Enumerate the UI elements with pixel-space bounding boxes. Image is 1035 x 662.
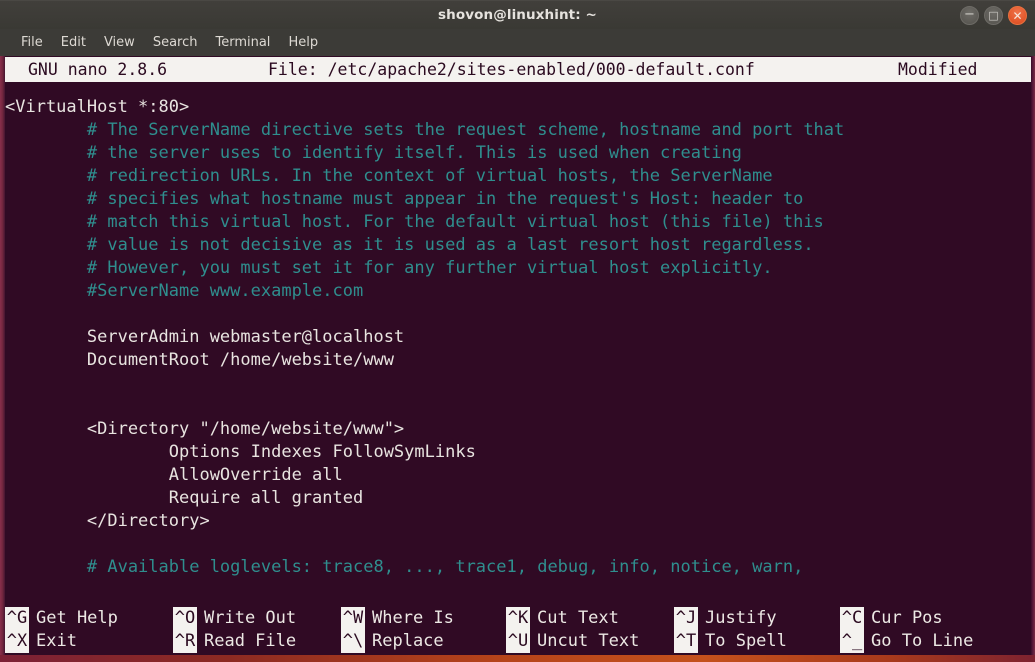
editor-line: ServerAdmin webmaster@localhost xyxy=(5,327,405,347)
editor-line: # However, you must set it for any furth… xyxy=(5,258,773,278)
shortcut-column: ^O Write Out ^R Read File xyxy=(173,607,296,655)
shortcut-label: Uncut Text xyxy=(537,631,640,651)
shortcut-key: ^R xyxy=(173,630,197,653)
shortcut-key: ^X xyxy=(5,630,29,653)
shortcut-column: ^C Cur Pos ^_ Go To Line xyxy=(840,607,973,655)
window-left-border xyxy=(0,56,5,662)
shortcut-entry[interactable]: ^_ Go To Line xyxy=(840,630,973,653)
shortcut-label: Exit xyxy=(36,631,77,651)
shortcut-entry[interactable]: ^\ Replace xyxy=(341,630,454,653)
shortcut-entry[interactable]: ^U Uncut Text xyxy=(506,630,639,653)
maximize-button[interactable]: □ xyxy=(984,6,1003,25)
nano-version-label: GNU nano 2.8.6 xyxy=(28,60,168,79)
terminal-window: shovon@linuxhint: ~ − □ ✕ File Edit View… xyxy=(0,0,1035,662)
editor-line: # value is not decisive as it is used as… xyxy=(5,235,814,255)
nano-editor-buffer[interactable]: <VirtualHost *:80> # The ServerName dire… xyxy=(5,96,1031,614)
editor-line: # redirection URLs. In the context of vi… xyxy=(5,166,773,186)
menu-item-view[interactable]: View xyxy=(95,31,144,54)
editor-line: # Available loglevels: trace8, ..., trac… xyxy=(5,557,804,577)
shortcut-label: Write Out xyxy=(204,608,297,628)
shortcut-key: ^T xyxy=(674,630,698,653)
shortcut-label: Cut Text xyxy=(537,608,619,628)
shortcut-column: ^K Cut Text ^U Uncut Text xyxy=(506,607,639,655)
shortcut-key: ^O xyxy=(173,607,197,630)
nano-modified-status: Modified xyxy=(898,60,978,79)
window-right-border xyxy=(1031,56,1035,662)
shortcut-entry[interactable]: ^W Where Is xyxy=(341,607,454,630)
menu-item-file[interactable]: File xyxy=(12,31,52,54)
window-controls: − □ ✕ xyxy=(960,6,1027,25)
shortcut-entry[interactable]: ^J Justify xyxy=(674,607,787,630)
editor-line: # specifies what hostname must appear in… xyxy=(5,189,804,209)
nano-filename-label: File: /etc/apache2/sites-enabled/000-def… xyxy=(268,60,755,79)
shortcut-label: Read File xyxy=(204,631,297,651)
shortcut-key: ^W xyxy=(341,607,365,630)
close-icon: ✕ xyxy=(1012,8,1023,23)
menu-item-edit[interactable]: Edit xyxy=(52,31,95,54)
editor-line: Require all granted xyxy=(5,488,364,508)
shortcut-key: ^G xyxy=(5,607,29,630)
menu-item-help[interactable]: Help xyxy=(279,31,327,54)
minimize-button[interactable]: − xyxy=(960,6,979,25)
editor-line: # The ServerName directive sets the requ… xyxy=(5,120,845,140)
shortcut-entry[interactable]: ^R Read File xyxy=(173,630,296,653)
shortcut-column: ^G Get Help ^X Exit xyxy=(5,607,118,655)
shortcut-label: To Spell xyxy=(705,631,787,651)
shortcut-entry[interactable]: ^X Exit xyxy=(5,630,118,653)
nano-header-bar: GNU nano 2.8.6 File: /etc/apache2/sites-… xyxy=(5,57,1031,82)
window-bottom-accent xyxy=(0,655,1035,662)
editor-line: <VirtualHost *:80> xyxy=(5,97,190,117)
shortcut-column: ^J Justify ^T To Spell xyxy=(674,607,787,655)
shortcut-key: ^K xyxy=(506,607,530,630)
shortcut-entry[interactable]: ^C Cur Pos xyxy=(840,607,973,630)
editor-line: AllowOverride all xyxy=(5,465,343,485)
editor-line: # the server uses to identify itself. Th… xyxy=(5,143,742,163)
shortcut-entry[interactable]: ^K Cut Text xyxy=(506,607,639,630)
shortcut-key: ^U xyxy=(506,630,530,653)
maximize-icon: □ xyxy=(988,9,999,22)
shortcut-key: ^\ xyxy=(341,630,365,653)
window-titlebar[interactable]: shovon@linuxhint: ~ − □ ✕ xyxy=(0,0,1035,29)
editor-line: </Directory> xyxy=(5,511,210,531)
shortcut-entry[interactable]: ^G Get Help xyxy=(5,607,118,630)
nano-shortcut-bar: ^G Get Help ^X Exit ^O Write Out ^R Read File ^W… xyxy=(5,607,1031,655)
menu-item-search[interactable]: Search xyxy=(144,31,207,54)
window-title: shovon@linuxhint: ~ xyxy=(438,7,597,23)
editor-line: #ServerName www.example.com xyxy=(5,281,364,301)
editor-line: <Directory "/home/website/www"> xyxy=(5,419,405,439)
shortcut-label: Where Is xyxy=(372,608,454,628)
shortcut-key: ^C xyxy=(840,607,864,630)
shortcut-entry[interactable]: ^O Write Out xyxy=(173,607,296,630)
menu-item-terminal[interactable]: Terminal xyxy=(206,31,279,54)
shortcut-key: ^_ xyxy=(840,630,864,653)
editor-line: Options Indexes FollowSymLinks xyxy=(5,442,476,462)
shortcut-label: Justify xyxy=(705,608,777,628)
terminal-content[interactable]: GNU nano 2.8.6 File: /etc/apache2/sites-… xyxy=(0,56,1035,662)
menu-bar: File Edit View Search Terminal Help xyxy=(0,29,1035,56)
shortcut-key: ^J xyxy=(674,607,698,630)
shortcut-label: Replace xyxy=(372,631,444,651)
editor-line: DocumentRoot /home/website/www xyxy=(5,350,394,370)
shortcut-column: ^W Where Is ^\ Replace xyxy=(341,607,454,655)
shortcut-label: Go To Line xyxy=(871,631,974,651)
shortcut-entry[interactable]: ^T To Spell xyxy=(674,630,787,653)
close-button[interactable]: ✕ xyxy=(1008,6,1027,25)
shortcut-label: Get Help xyxy=(36,608,118,628)
editor-line: # match this virtual host. For the defau… xyxy=(5,212,824,232)
shortcut-label: Cur Pos xyxy=(871,608,943,628)
minimize-icon: − xyxy=(964,7,975,22)
